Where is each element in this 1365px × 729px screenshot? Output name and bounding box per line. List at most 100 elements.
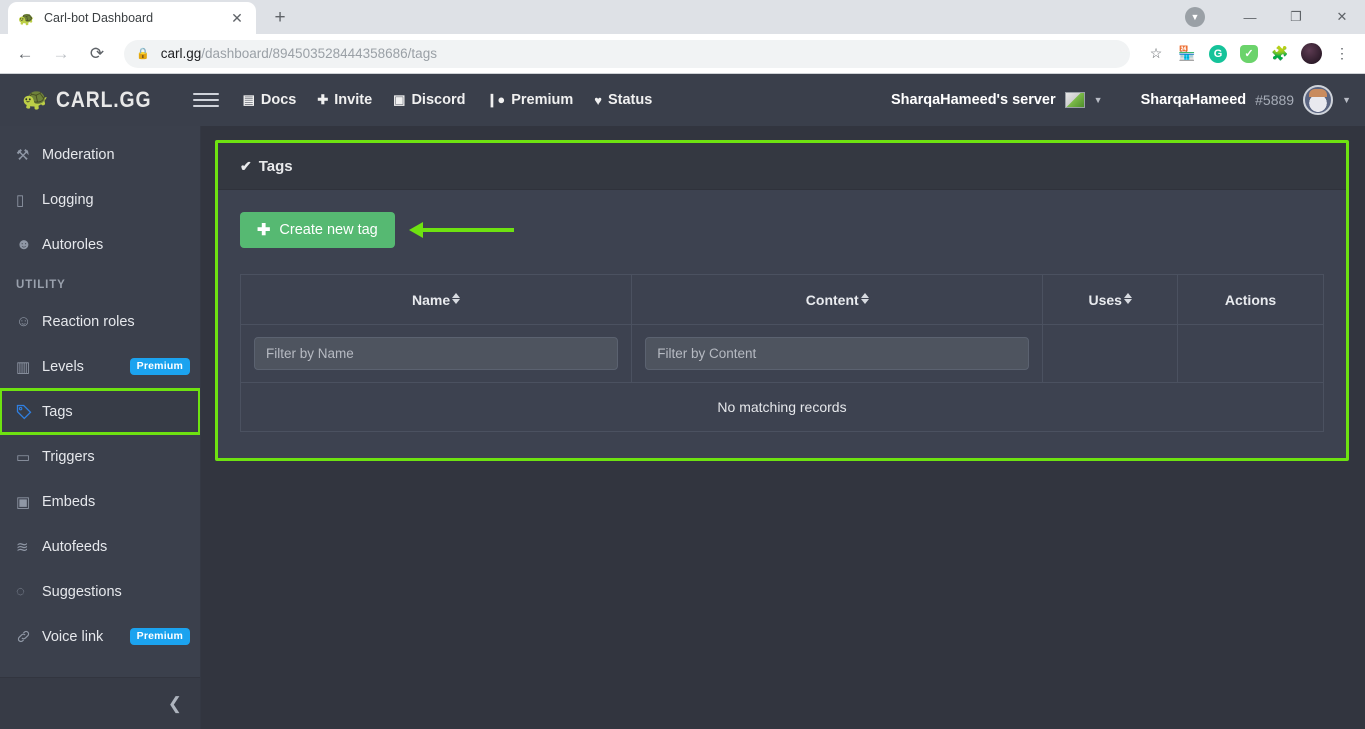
link-icon — [16, 629, 42, 644]
close-icon[interactable]: ✕ — [228, 9, 246, 27]
check-icon: ✔ — [240, 157, 252, 174]
sidebar-item-label: Suggestions — [42, 583, 122, 600]
browser-toolbar: ← → ⟳ 🔒 carl.gg/dashboard/89450352844435… — [0, 34, 1365, 74]
filter-by-content-input[interactable] — [645, 337, 1030, 370]
nav-link-discord[interactable]: ▣ Discord — [393, 92, 465, 108]
user-menu[interactable]: SharqaHameed #5889 ▼ — [1141, 85, 1351, 115]
hamburger-icon[interactable] — [192, 93, 219, 107]
sidebar-item-autofeeds[interactable]: ≋ Autofeeds — [0, 524, 200, 569]
book-icon: ▤ — [242, 92, 255, 107]
nav-link-status[interactable]: ♥ Status — [594, 92, 652, 108]
create-new-tag-button[interactable]: ✚ Create new tag — [240, 212, 395, 248]
bookmark-star-icon[interactable]: ☆ — [1143, 41, 1169, 67]
sidebar-item-label: Autoroles — [42, 236, 104, 253]
panel-title-label: Tags — [258, 157, 293, 175]
sidebar-item-suggestions[interactable]: ◌ Suggestions — [0, 569, 200, 614]
premium-badge: Premium — [129, 358, 190, 375]
chevron-down-icon: ▼ — [1093, 95, 1103, 105]
column-header-name[interactable]: Name — [239, 274, 633, 325]
sidebar-item-embeds[interactable]: ▣ Embeds — [0, 479, 200, 524]
sidebar-item-label: Moderation — [42, 146, 115, 163]
sidebar-collapse-bar[interactable]: ❮ — [0, 677, 200, 729]
grammarly-icon[interactable]: G — [1205, 41, 1231, 67]
sort-icon[interactable] — [1123, 293, 1132, 304]
store-icon[interactable]: 🏪 — [1174, 41, 1200, 67]
create-new-tag-label: Create new tag — [279, 222, 378, 238]
profile-avatar[interactable] — [1298, 41, 1324, 67]
nav-link-invite[interactable]: ✚ Invite — [317, 92, 372, 108]
sidebar-item-label: Tags — [42, 403, 73, 420]
shield-icon[interactable]: ✓ — [1236, 41, 1262, 67]
column-header-content[interactable]: Content — [631, 274, 1044, 325]
create-row: ✚ Create new tag — [240, 212, 1324, 248]
new-tab-button[interactable]: + — [266, 4, 294, 32]
user-icon: ☻ — [16, 236, 32, 253]
sort-icon[interactable] — [452, 293, 461, 304]
lock-icon: 🔒 — [136, 48, 150, 60]
user-discriminator: #5889 — [1255, 92, 1295, 108]
sidebar-item-voice-link[interactable]: Voice link Premium — [0, 614, 200, 659]
arrow-shaft — [420, 228, 514, 232]
sidebar-item-reaction-roles[interactable]: ☺ Reaction roles — [0, 299, 200, 344]
chevron-left-icon[interactable]: ❮ — [168, 694, 182, 714]
discord-icon: ▣ — [393, 92, 406, 107]
server-name: SharqaHameed's server — [890, 92, 1056, 108]
reload-icon[interactable]: ⟳ — [82, 39, 112, 69]
body-row: ⚒ Moderation ▯ Logging ☻ Autoroles UTILI… — [0, 126, 1365, 729]
flag-icon: ❙● — [486, 92, 506, 107]
nav-link-premium[interactable]: ❙● Premium — [486, 92, 573, 108]
column-label: Name — [412, 291, 451, 308]
filter-cell-content — [631, 324, 1044, 383]
sidebar-item-moderation[interactable]: ⚒ Moderation — [0, 132, 200, 177]
filter-cell-actions — [1177, 324, 1324, 383]
avatar — [1303, 85, 1334, 115]
app-root: 🐢 CARL.GG ▤ Docs ✚ Invite ▣ Discord ❙● P… — [0, 74, 1365, 729]
navbar-right: SharqaHameed's server ▼ SharqaHameed #58… — [891, 85, 1351, 115]
back-icon[interactable]: ← — [10, 39, 40, 69]
address-bar[interactable]: 🔒 carl.gg/dashboard/894503528444358686/t… — [124, 39, 1130, 68]
minimize-button[interactable]: — — [1227, 0, 1273, 34]
browser-tab-strip: 🐢 Carl-bot Dashboard ✕ + ▼ — ❐ ✕ — [0, 0, 1365, 34]
nav-link-docs[interactable]: ▤ Docs — [243, 92, 297, 108]
kebab-menu-icon[interactable]: ⋮ — [1329, 41, 1355, 67]
sort-icon[interactable] — [860, 293, 869, 304]
avatar — [1300, 43, 1322, 64]
empty-message: No matching records — [240, 382, 1324, 432]
emoji-icon: ☺ — [16, 313, 32, 330]
url-path: /dashboard/894503528444358686/tags — [201, 46, 437, 61]
tab-title: Carl-bot Dashboard — [44, 11, 154, 25]
sidebar-item-levels[interactable]: ▥ Levels Premium — [0, 344, 200, 389]
maximize-button[interactable]: ❐ — [1273, 0, 1319, 34]
window-close-button[interactable]: ✕ — [1319, 0, 1365, 34]
sidebar-item-logging[interactable]: ▯ Logging — [0, 177, 200, 222]
puzzle-extensions-icon[interactable]: 🧩 — [1267, 41, 1293, 67]
sidebar-item-tags[interactable]: Tags — [0, 388, 200, 435]
browser-tab[interactable]: 🐢 Carl-bot Dashboard ✕ — [8, 2, 256, 34]
panel-body: ✚ Create new tag Name Content Uses Actio… — [218, 190, 1346, 458]
column-label: Uses — [1088, 291, 1122, 308]
panel-header: ✔ Tags — [218, 143, 1346, 190]
server-selector[interactable]: SharqaHameed's server ▼ — [891, 92, 1103, 108]
green-arrow-annotation — [408, 221, 514, 239]
table-body: No matching records — [239, 324, 1324, 432]
sidebar-item-autoroles[interactable]: ☻ Autoroles — [0, 222, 200, 267]
window-controls: ▼ — ❐ ✕ — [1185, 0, 1365, 34]
app-navbar: 🐢 CARL.GG ▤ Docs ✚ Invite ▣ Discord ❙● P… — [0, 74, 1365, 126]
forward-icon[interactable]: → — [46, 39, 76, 69]
nav-link-label: Docs — [260, 92, 297, 108]
sidebar-item-label: Voice link — [42, 628, 104, 645]
table-header: Name Content Uses Actions — [239, 274, 1324, 325]
download-icon[interactable]: ▼ — [1185, 7, 1205, 27]
brand-logo[interactable]: 🐢 CARL.GG — [22, 87, 165, 113]
grammarly-badge: G — [1209, 44, 1227, 63]
sidebar-section-utility: UTILITY — [16, 279, 66, 291]
filter-by-name-input[interactable] — [254, 337, 619, 370]
column-header-uses[interactable]: Uses — [1042, 274, 1179, 325]
sidebar-item-triggers[interactable]: ▭ Triggers — [0, 434, 200, 479]
premium-badge: Premium — [129, 628, 190, 645]
url-domain: carl.gg — [160, 46, 202, 61]
column-label: Actions — [1224, 291, 1277, 308]
sidebar-item-label: Triggers — [42, 448, 95, 465]
table-empty-row: No matching records — [240, 382, 1324, 432]
heartbeat-icon: ♥ — [594, 92, 602, 108]
